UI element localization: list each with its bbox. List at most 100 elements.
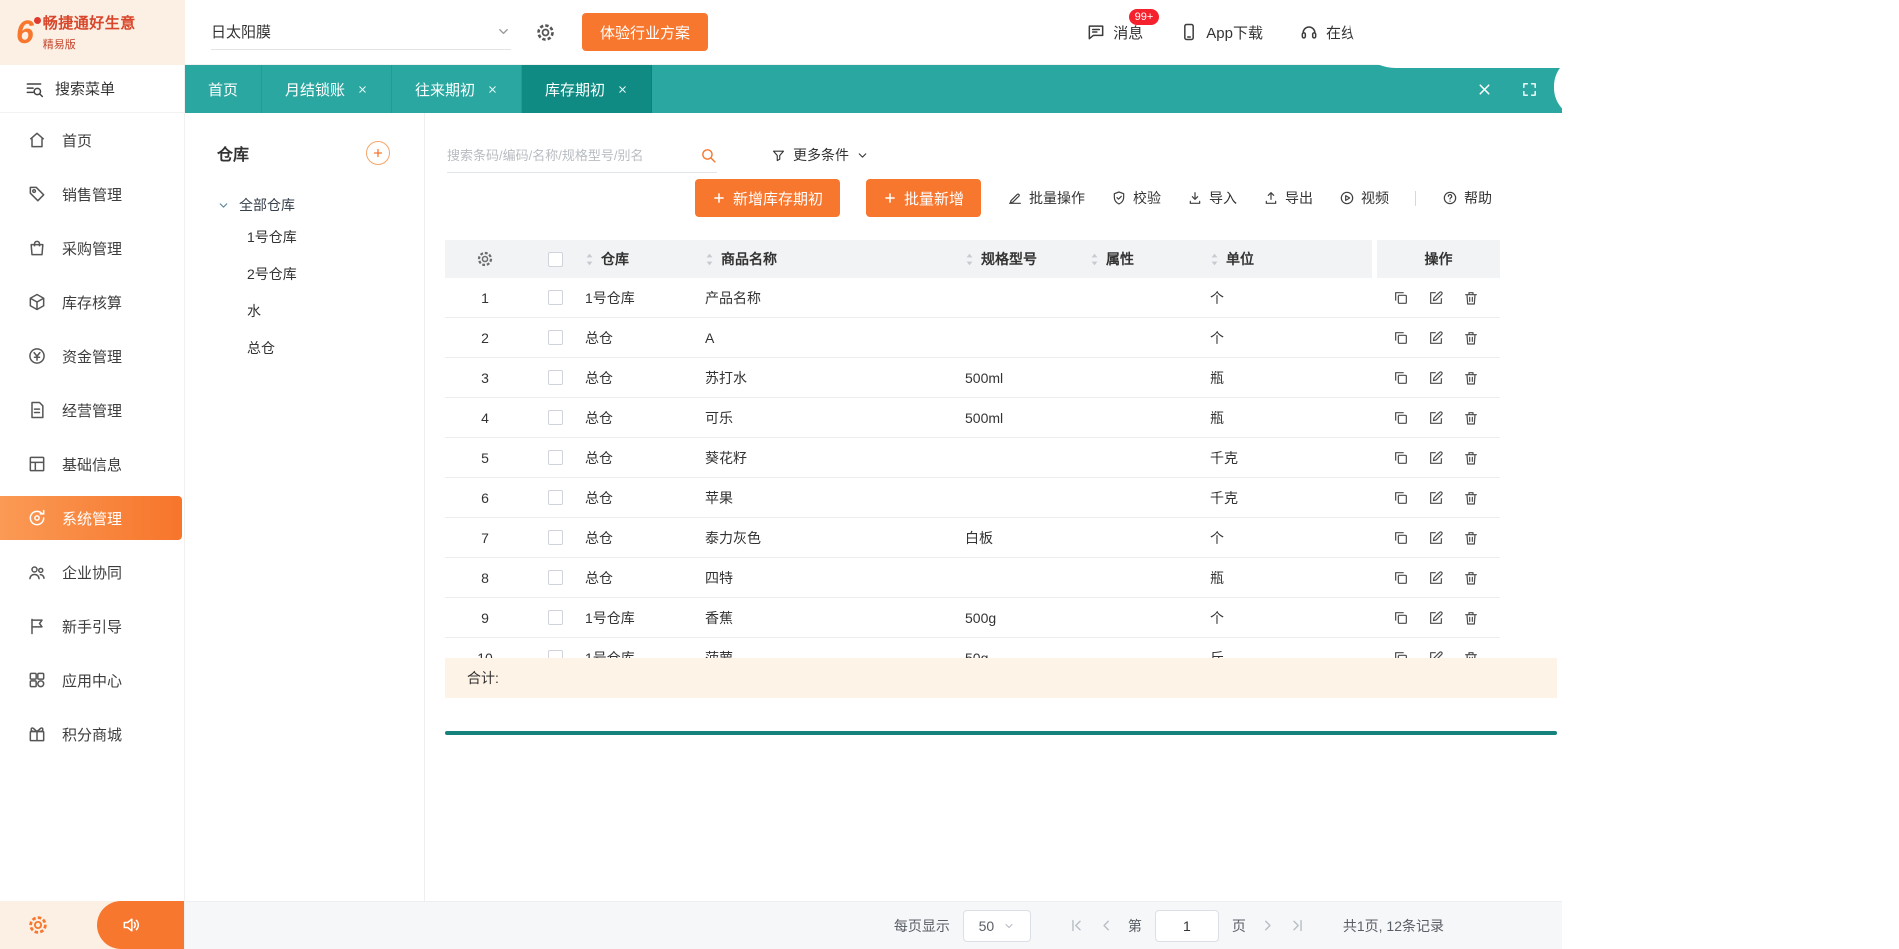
next-page-icon[interactable]	[1259, 917, 1276, 934]
sort-icon[interactable]	[965, 253, 974, 266]
edit-row-icon[interactable]	[1428, 650, 1444, 659]
verify-button[interactable]: 校验	[1111, 188, 1161, 208]
table-row[interactable]: 4 总仓 可乐 500ml 瓶	[445, 398, 1500, 438]
table-row[interactable]: 3 总仓 苏打水 500ml 瓶	[445, 358, 1500, 398]
edit-row-icon[interactable]	[1428, 490, 1444, 506]
copy-row-icon[interactable]	[1393, 290, 1409, 306]
online-service-button[interactable]: 在线	[1299, 22, 1356, 43]
column-settings-icon[interactable]	[476, 250, 494, 268]
search-icon[interactable]	[700, 147, 717, 164]
delete-row-icon[interactable]	[1463, 650, 1479, 659]
sidebar-settings-icon[interactable]	[27, 914, 49, 936]
sidebar-item-collaboration[interactable]: 企业协同	[0, 545, 184, 599]
settings-gear-icon[interactable]	[535, 22, 556, 43]
copy-row-icon[interactable]	[1393, 450, 1409, 466]
edit-row-icon[interactable]	[1428, 290, 1444, 306]
tab-close-icon[interactable]	[617, 84, 628, 95]
tab-close-icon[interactable]	[357, 84, 368, 95]
app-download-button[interactable]: App下载	[1179, 22, 1263, 43]
copy-row-icon[interactable]	[1393, 650, 1409, 659]
table-row[interactable]: 10 1号仓库 菠萝 50g 斤	[445, 638, 1500, 658]
copy-row-icon[interactable]	[1393, 410, 1409, 426]
sort-icon[interactable]	[1090, 253, 1099, 266]
row-checkbox[interactable]	[547, 410, 563, 425]
delete-row-icon[interactable]	[1463, 330, 1479, 346]
copy-row-icon[interactable]	[1393, 530, 1409, 546]
sidebar-item-purchase[interactable]: 采购管理	[0, 221, 184, 275]
sort-icon[interactable]	[585, 253, 594, 266]
row-checkbox[interactable]	[547, 290, 563, 305]
sidebar-item-home[interactable]: 首页	[0, 113, 184, 167]
warehouse-tree-item[interactable]: 总仓	[185, 330, 424, 367]
import-button[interactable]: 导入	[1187, 188, 1237, 208]
delete-row-icon[interactable]	[1463, 530, 1479, 546]
horizontal-scrollbar[interactable]	[445, 731, 1557, 735]
tab-close-icon[interactable]	[487, 84, 498, 95]
row-checkbox[interactable]	[547, 450, 563, 465]
table-row[interactable]: 5 总仓 葵花籽 千克	[445, 438, 1500, 478]
delete-row-icon[interactable]	[1463, 290, 1479, 306]
delete-row-icon[interactable]	[1463, 610, 1479, 626]
delete-row-icon[interactable]	[1463, 570, 1479, 586]
search-input[interactable]	[447, 148, 700, 163]
trial-industry-button[interactable]: 体验行业方案	[582, 13, 709, 51]
copy-row-icon[interactable]	[1393, 330, 1409, 346]
copy-row-icon[interactable]	[1393, 570, 1409, 586]
row-checkbox[interactable]	[547, 490, 563, 505]
messages-button[interactable]: 消息 99+	[1086, 8, 1160, 43]
row-checkbox[interactable]	[547, 530, 563, 545]
export-button[interactable]: 导出	[1263, 188, 1313, 208]
sidebar-item-sales[interactable]: 销售管理	[0, 167, 184, 221]
edit-row-icon[interactable]	[1428, 450, 1444, 466]
delete-row-icon[interactable]	[1463, 370, 1479, 386]
more-filters-button[interactable]: 更多条件	[771, 145, 869, 173]
voice-broadcast-toggle[interactable]	[97, 901, 184, 949]
video-button[interactable]: 视频	[1339, 188, 1389, 208]
table-row[interactable]: 1 1号仓库 产品名称 个	[445, 278, 1500, 318]
company-select[interactable]: 日太阳膜	[211, 14, 511, 50]
help-button[interactable]: 帮助	[1442, 188, 1492, 208]
sidebar-menu-search[interactable]: 搜索菜单	[0, 65, 184, 113]
batch-operation-button[interactable]: 批量操作	[1007, 188, 1085, 208]
tab-home[interactable]: 首页	[185, 65, 263, 113]
sidebar-item-points-mall[interactable]: 积分商城	[0, 707, 184, 761]
first-page-icon[interactable]	[1068, 917, 1085, 934]
per-page-select[interactable]: 50	[962, 909, 1031, 942]
prev-page-icon[interactable]	[1098, 917, 1115, 934]
sidebar-item-basic-info[interactable]: 基础信息	[0, 437, 184, 491]
warehouse-tree-item[interactable]: 1号仓库	[185, 219, 424, 256]
sidebar-item-funds[interactable]: 资金管理	[0, 329, 184, 383]
table-row[interactable]: 2 总仓 A 个	[445, 318, 1500, 358]
delete-row-icon[interactable]	[1463, 490, 1479, 506]
delete-row-icon[interactable]	[1463, 410, 1479, 426]
warehouse-tree-item[interactable]: 水	[185, 293, 424, 330]
page-number-input[interactable]	[1155, 917, 1218, 934]
edit-row-icon[interactable]	[1428, 530, 1444, 546]
batch-add-button[interactable]: 批量新增	[865, 179, 981, 217]
tab-opening-balances[interactable]: 往来期初	[392, 65, 523, 113]
copy-row-icon[interactable]	[1393, 490, 1409, 506]
tab-inventory-opening[interactable]: 库存期初	[522, 65, 653, 113]
edit-row-icon[interactable]	[1428, 330, 1444, 346]
tab-month-lock[interactable]: 月结锁账	[262, 65, 393, 113]
row-checkbox[interactable]	[547, 570, 563, 585]
table-row[interactable]: 9 1号仓库 香蕉 500g 个	[445, 598, 1500, 638]
sidebar-item-system[interactable]: 系统管理	[0, 496, 182, 540]
fullscreen-icon[interactable]	[1521, 81, 1538, 98]
row-checkbox[interactable]	[547, 650, 563, 658]
edit-row-icon[interactable]	[1428, 570, 1444, 586]
row-checkbox[interactable]	[547, 610, 563, 625]
sidebar-item-operations[interactable]: 经营管理	[0, 383, 184, 437]
sidebar-item-app-center[interactable]: 应用中心	[0, 653, 184, 707]
sort-icon[interactable]	[705, 253, 714, 266]
row-checkbox[interactable]	[547, 330, 563, 345]
close-all-tabs-icon[interactable]	[1476, 81, 1493, 98]
edit-row-icon[interactable]	[1428, 610, 1444, 626]
sidebar-item-inventory[interactable]: 库存核算	[0, 275, 184, 329]
table-row[interactable]: 6 总仓 苹果 千克	[445, 478, 1500, 518]
select-all-checkbox[interactable]	[547, 251, 563, 267]
edit-row-icon[interactable]	[1428, 410, 1444, 426]
add-warehouse-button[interactable]	[366, 141, 390, 165]
row-checkbox[interactable]	[547, 370, 563, 385]
copy-row-icon[interactable]	[1393, 370, 1409, 386]
